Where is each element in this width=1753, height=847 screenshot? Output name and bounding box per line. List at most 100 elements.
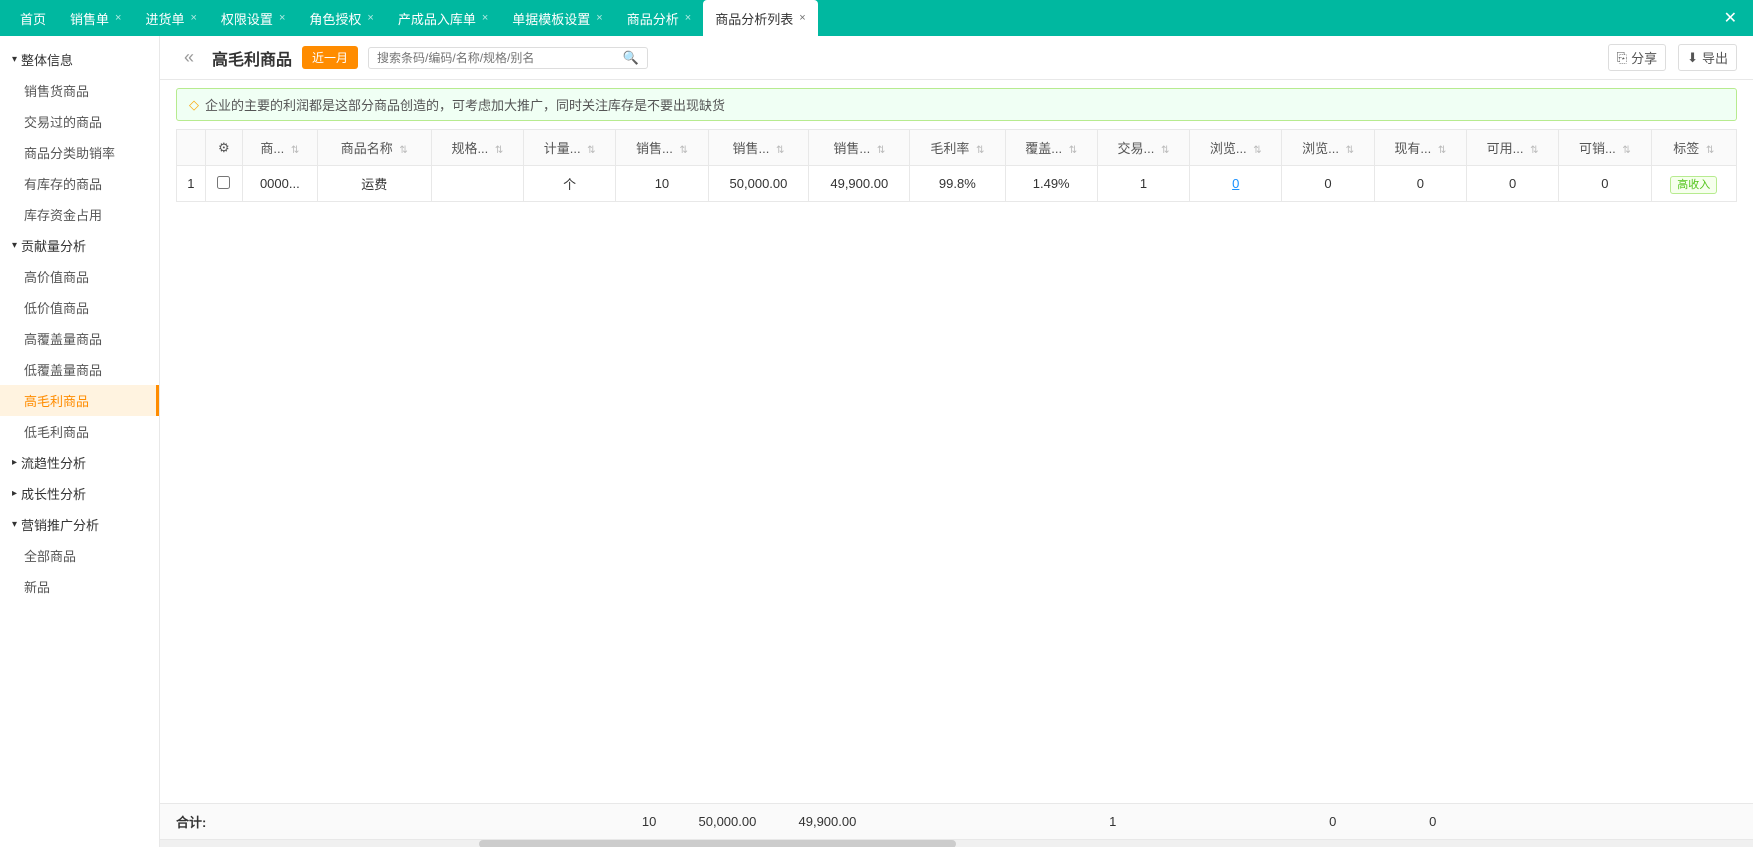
- nav-tab-商品分析列表[interactable]: 商品分析列表×: [703, 0, 817, 36]
- horizontal-scrollbar[interactable]: [160, 839, 1753, 847]
- table-col-browse2[interactable]: 浏览... ⇅: [1282, 130, 1374, 166]
- table-col-current_stock[interactable]: 现有... ⇅: [1374, 130, 1466, 166]
- table-col-spec[interactable]: 规格... ⇅: [431, 130, 523, 166]
- browse-link[interactable]: 0: [1232, 176, 1239, 191]
- sidebar-group-3[interactable]: ▸成长性分析: [0, 478, 159, 509]
- filter-recent-month-button[interactable]: 近一月: [302, 46, 358, 69]
- nav-tab-单据模板设置[interactable]: 单据模板设置×: [500, 0, 614, 36]
- sort-icon-available[interactable]: ⇅: [1530, 145, 1538, 156]
- settings-icon[interactable]: ⚙: [218, 140, 230, 155]
- sidebar-item-4-1[interactable]: 新品: [0, 571, 159, 602]
- sort-icon-unit[interactable]: ⇅: [587, 145, 595, 156]
- sidebar: ▾整体信息销售货商品交易过的商品商品分类助销率有库存的商品库存资金占用 ▾ 贡献量分…: [0, 36, 160, 847]
- table-col-unit[interactable]: 计量... ⇅: [524, 130, 616, 166]
- nav-tab-销售单[interactable]: 销售单×: [58, 0, 133, 36]
- sidebar-item-0-2[interactable]: 商品分类助销率: [0, 137, 159, 168]
- footer-sales-amount: 50,000.00: [676, 814, 756, 829]
- nav-tab-首页[interactable]: 首页: [8, 0, 58, 36]
- table-col-browse1[interactable]: 浏览... ⇅: [1190, 130, 1282, 166]
- sidebar-group-1[interactable]: ▾ 贡献量分析: [0, 230, 159, 261]
- sidebar-item-0-0[interactable]: 销售货商品: [0, 75, 159, 106]
- sidebar-arrow-icon: ▾: [12, 54, 17, 65]
- sidebar-item-1-1[interactable]: 低价值商品: [0, 292, 159, 323]
- sort-icon-coverage[interactable]: ⇅: [1069, 145, 1077, 156]
- sort-icon-sales_amount[interactable]: ⇅: [776, 145, 784, 156]
- sidebar-item-1-4[interactable]: 高毛利商品: [0, 385, 159, 416]
- table-body: 10000...运费个1050,000.0049,900.0099.8%1.49…: [177, 166, 1737, 202]
- table-col-index[interactable]: [177, 130, 206, 166]
- cell-browse1[interactable]: 0: [1190, 166, 1282, 202]
- content-panel: « 高毛利商品 近一月 🔍 ⎘ 分享 ⬇ 导出 ◇ 企业的主要的利润都是这部: [160, 36, 1753, 847]
- table-col-sales_amount[interactable]: 销售... ⇅: [708, 130, 809, 166]
- nav-tab-进货单[interactable]: 进货单×: [133, 0, 208, 36]
- sidebar-item-1-2[interactable]: 高覆盖量商品: [0, 323, 159, 354]
- sidebar-arrow-icon: ▾: [12, 240, 17, 251]
- sidebar-group-label: 贡献量分析: [21, 236, 86, 255]
- sort-icon-gross_margin[interactable]: ⇅: [976, 145, 984, 156]
- cell-saleable: 0: [1559, 166, 1651, 202]
- table-col-checkbox[interactable]: ⚙: [205, 130, 242, 166]
- footer-available: 0: [1356, 814, 1436, 829]
- tab-close-icon[interactable]: ×: [279, 12, 285, 24]
- export-button[interactable]: ⬇ 导出: [1678, 44, 1737, 71]
- sidebar-item-0-4[interactable]: 库存资金占用: [0, 199, 159, 230]
- sidebar-group-4[interactable]: ▾营销推广分析: [0, 509, 159, 540]
- search-icon[interactable]: 🔍: [623, 50, 639, 66]
- tab-close-icon[interactable]: ×: [685, 12, 691, 24]
- sort-icon-sales_profit[interactable]: ⇅: [877, 145, 885, 156]
- cell-sales_amount: 50,000.00: [708, 166, 809, 202]
- cell-coverage: 1.49%: [1005, 166, 1097, 202]
- table-header-row: ⚙商... ⇅商品名称 ⇅规格... ⇅计量... ⇅销售... ⇅销售... …: [177, 130, 1737, 166]
- window-close-button[interactable]: ✕: [1716, 4, 1745, 32]
- sort-icon-sales_qty[interactable]: ⇅: [679, 145, 687, 156]
- scrollbar-thumb[interactable]: [479, 840, 957, 847]
- sidebar-group-label: 营销推广分析: [21, 515, 99, 534]
- cell-code: 0000...: [242, 166, 317, 202]
- sort-icon-spec[interactable]: ⇅: [495, 145, 503, 156]
- sidebar-item-0-1[interactable]: 交易过的商品: [0, 106, 159, 137]
- row-checkbox[interactable]: [217, 176, 230, 189]
- tab-close-icon[interactable]: ×: [115, 12, 121, 24]
- sidebar-item-0-3[interactable]: 有库存的商品: [0, 168, 159, 199]
- nav-tab-商品分析[interactable]: 商品分析×: [615, 0, 703, 36]
- sidebar-arrow-icon: ▸: [12, 488, 17, 499]
- sort-icon-browse1[interactable]: ⇅: [1253, 145, 1261, 156]
- cell-name: 运费: [317, 166, 431, 202]
- sort-icon-current_stock[interactable]: ⇅: [1438, 145, 1446, 156]
- tab-close-icon[interactable]: ×: [190, 12, 196, 24]
- nav-tab-角色授权[interactable]: 角色授权×: [297, 0, 385, 36]
- table-col-tag[interactable]: 标签 ⇅: [1651, 130, 1736, 166]
- nav-tab-产成品入库单[interactable]: 产成品入库单×: [386, 0, 500, 36]
- table-col-name[interactable]: 商品名称 ⇅: [317, 130, 431, 166]
- sort-icon-transaction[interactable]: ⇅: [1161, 145, 1169, 156]
- tab-close-icon[interactable]: ×: [799, 12, 805, 24]
- footer-sales-profit: 49,900.00: [776, 814, 856, 829]
- sort-icon-saleable[interactable]: ⇅: [1622, 145, 1630, 156]
- sidebar-item-1-0[interactable]: 高价值商品: [0, 261, 159, 292]
- sort-icon-tag[interactable]: ⇅: [1706, 145, 1714, 156]
- tab-close-icon[interactable]: ×: [482, 12, 488, 24]
- table-col-transaction[interactable]: 交易... ⇅: [1097, 130, 1189, 166]
- table-col-sales_qty[interactable]: 销售... ⇅: [616, 130, 708, 166]
- table-col-coverage[interactable]: 覆盖... ⇅: [1005, 130, 1097, 166]
- sidebar-group-0[interactable]: ▾整体信息: [0, 44, 159, 75]
- tab-close-icon[interactable]: ×: [596, 12, 602, 24]
- table-col-code[interactable]: 商... ⇅: [242, 130, 317, 166]
- sidebar-toggle-button[interactable]: «: [176, 47, 202, 68]
- table-col-available[interactable]: 可用... ⇅: [1466, 130, 1558, 166]
- search-input[interactable]: [377, 51, 623, 65]
- sidebar-item-1-5[interactable]: 低毛利商品: [0, 416, 159, 447]
- table-col-gross_margin[interactable]: 毛利率 ⇅: [910, 130, 1005, 166]
- share-button[interactable]: ⎘ 分享: [1608, 44, 1666, 71]
- nav-tab-权限设置[interactable]: 权限设置×: [209, 0, 297, 36]
- sidebar-group-2[interactable]: ▸流趋性分析: [0, 447, 159, 478]
- cell-checkbox[interactable]: [205, 166, 242, 202]
- sidebar-item-1-3[interactable]: 低覆盖量商品: [0, 354, 159, 385]
- table-col-sales_profit[interactable]: 销售... ⇅: [809, 130, 910, 166]
- sidebar-item-4-0[interactable]: 全部商品: [0, 540, 159, 571]
- sort-icon-browse2[interactable]: ⇅: [1346, 145, 1354, 156]
- tab-close-icon[interactable]: ×: [367, 12, 373, 24]
- table-col-saleable[interactable]: 可销... ⇅: [1559, 130, 1651, 166]
- sort-icon-code[interactable]: ⇅: [291, 145, 299, 156]
- sort-icon-name[interactable]: ⇅: [399, 145, 407, 156]
